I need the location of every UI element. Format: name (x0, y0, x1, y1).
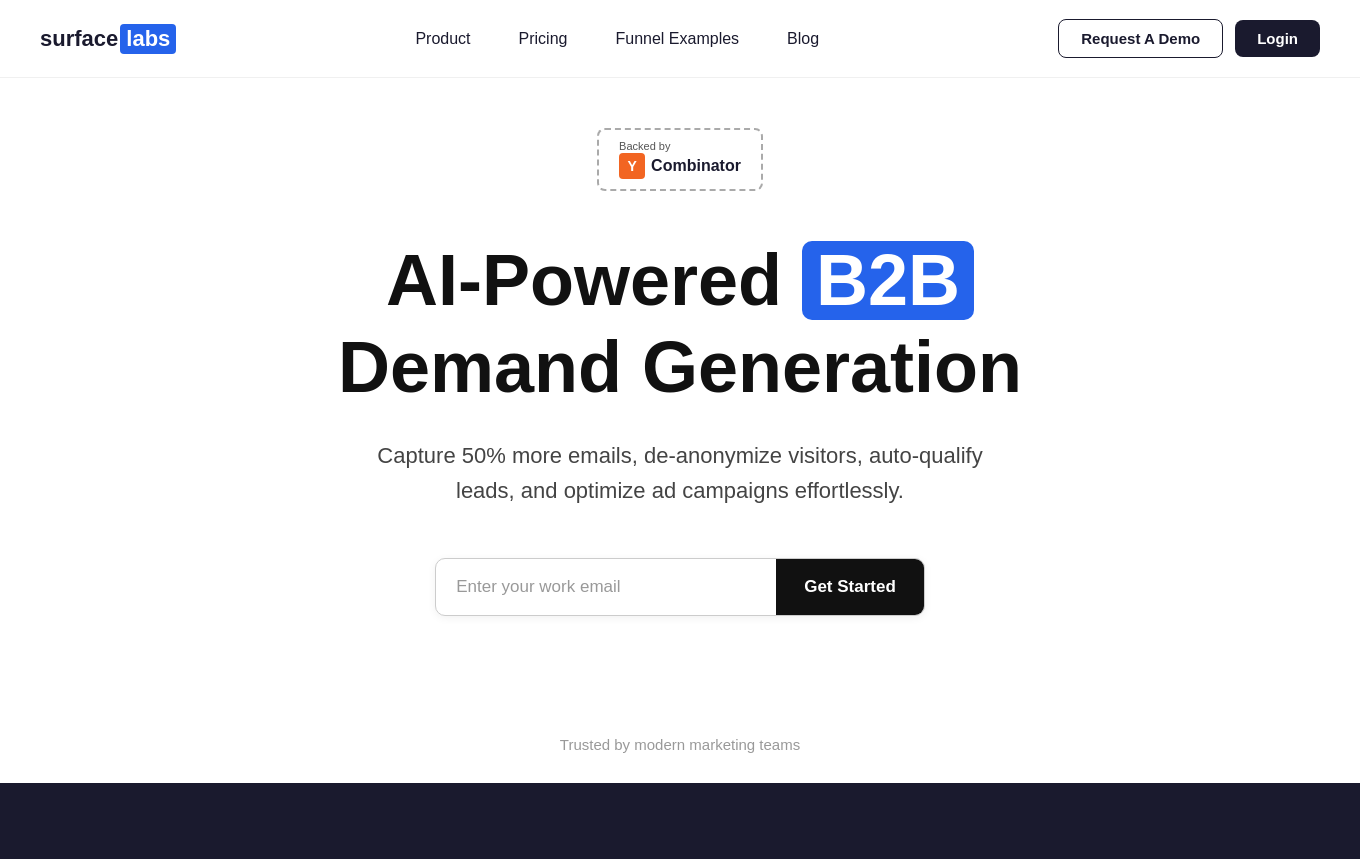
email-input[interactable] (436, 559, 776, 615)
cta-form: Get Started (435, 558, 925, 616)
trusted-text: Trusted by modern marketing teams (560, 736, 800, 753)
nav-links: Product Pricing Funnel Examples Blog (395, 22, 839, 56)
nav-link-pricing[interactable]: Pricing (499, 22, 588, 56)
nav-link-product[interactable]: Product (395, 22, 490, 56)
logo[interactable]: surfacelabs (40, 24, 176, 54)
dark-footer-strip (0, 783, 1360, 859)
nav-link-blog[interactable]: Blog (767, 22, 839, 56)
headline-line2: Demand Generation (338, 328, 1022, 407)
hero-headline: AI-Powered B2B Demand Generation (338, 241, 1022, 407)
headline-ai-powered: AI-Powered (386, 240, 782, 320)
request-demo-button[interactable]: Request A Demo (1058, 19, 1223, 58)
yc-y-square: Y (619, 153, 645, 179)
headline-b2b-badge: B2B (802, 241, 974, 320)
yc-y-letter: Y (627, 158, 636, 174)
yc-combinator-text: Combinator (651, 157, 741, 175)
yc-backed-by-text: Backed by (619, 140, 670, 153)
navigation: surfacelabs Product Pricing Funnel Examp… (0, 0, 1360, 78)
hero-subheadline: Capture 50% more emails, de-anonymize vi… (360, 438, 1000, 508)
nav-link-funnel-examples[interactable]: Funnel Examples (595, 22, 759, 56)
login-button[interactable]: Login (1235, 20, 1320, 57)
logo-surface: surface (40, 26, 118, 52)
nav-actions: Request A Demo Login (1058, 19, 1320, 58)
yc-logo: Y Combinator (619, 153, 741, 179)
headline-line1: AI-Powered B2B (338, 241, 1022, 320)
trusted-section: Trusted by modern marketing teams (0, 676, 1360, 783)
hero-section: Backed by Y Combinator AI-Powered B2B De… (0, 78, 1360, 676)
get-started-button[interactable]: Get Started (776, 559, 924, 615)
logo-labs: labs (120, 24, 176, 54)
yc-badge-content: Backed by Y Combinator (619, 140, 741, 179)
yc-badge: Backed by Y Combinator (597, 128, 763, 191)
